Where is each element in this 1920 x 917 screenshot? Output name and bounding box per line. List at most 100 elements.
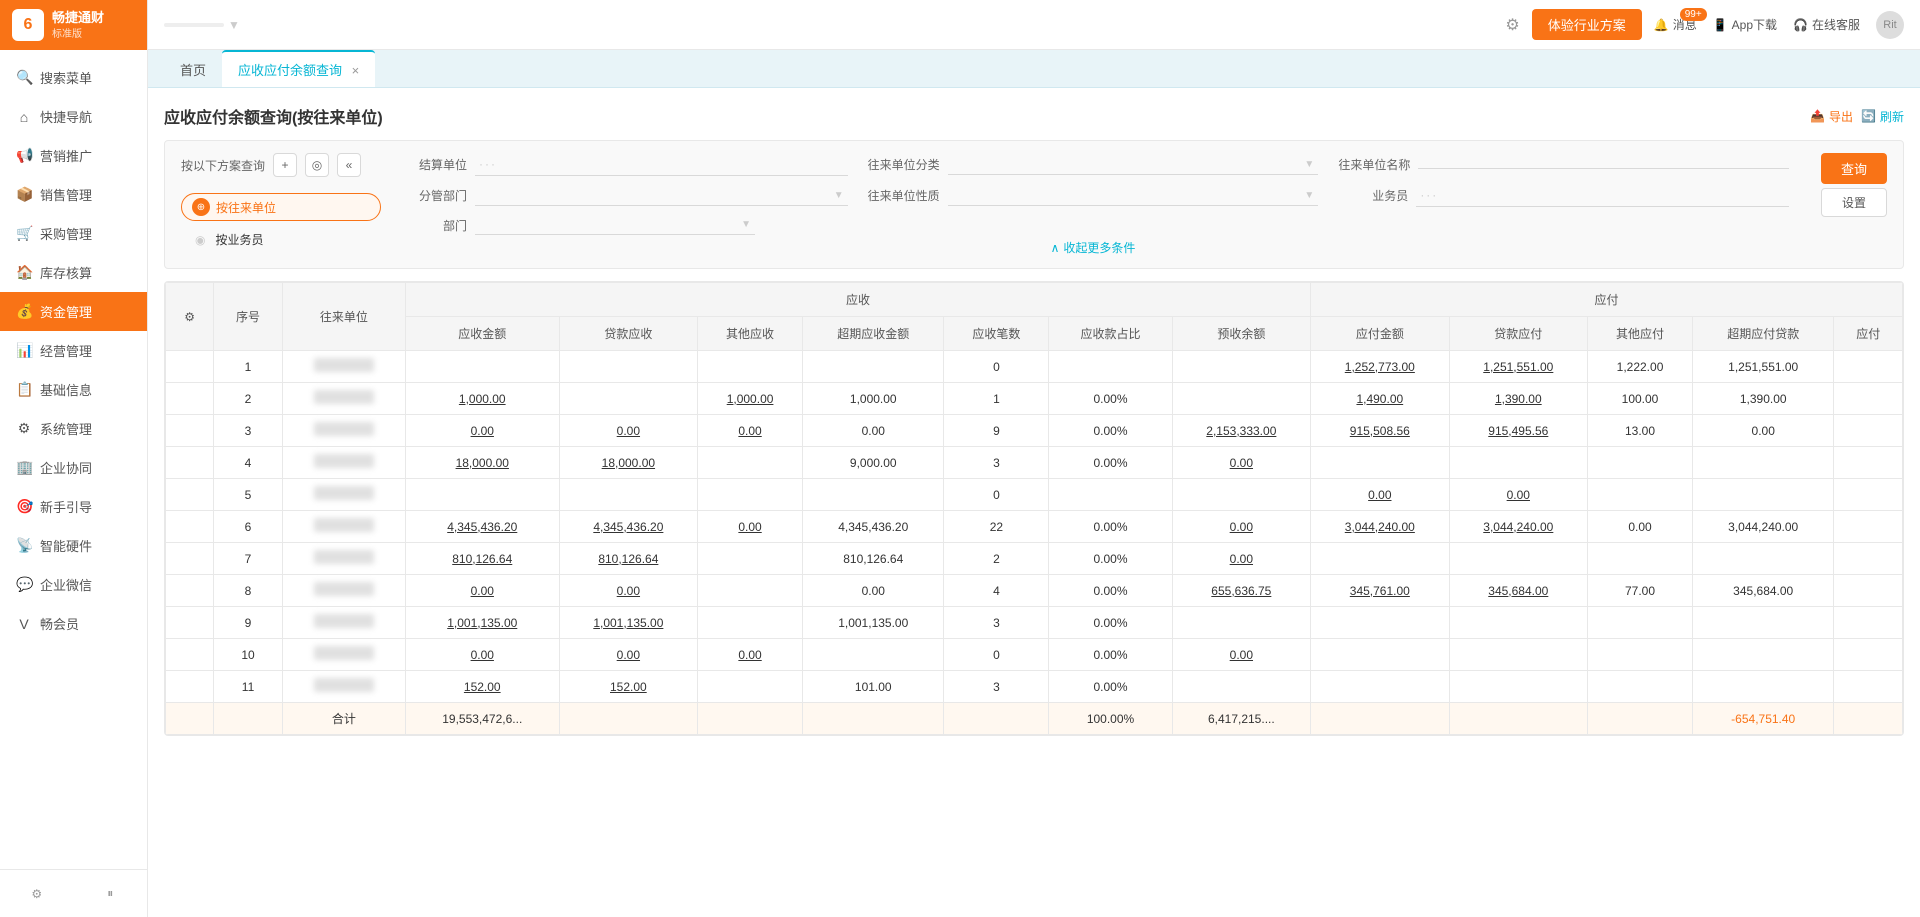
capital-icon: 💰 bbox=[16, 303, 32, 320]
th-ar-amount: 应收金额 bbox=[405, 317, 559, 351]
th-ar-other: 其他应收 bbox=[698, 317, 803, 351]
sidebar-item-system[interactable]: ⚙ 系统管理 bbox=[0, 409, 147, 448]
sidebar-item-capital[interactable]: 💰 资金管理 bbox=[0, 292, 147, 331]
customer-category-input[interactable]: ▼ bbox=[948, 155, 1319, 175]
collapse-icon: ∧ bbox=[1051, 241, 1060, 255]
breadcrumb: ▼ bbox=[164, 18, 1493, 32]
division-dept-label: 分管部门 bbox=[397, 187, 467, 204]
customer-type-field: 往来单位性质 ▼ bbox=[868, 184, 1319, 207]
sidebar-item-label: 基础信息 bbox=[40, 380, 92, 399]
sales-icon: 📦 bbox=[16, 186, 32, 203]
dropdown-icon: ▼ bbox=[741, 219, 751, 230]
user-avatar[interactable]: Rit bbox=[1876, 11, 1904, 39]
table-row: 30.000.000.000.0090.00%2,153,333.00915,5… bbox=[166, 415, 1903, 447]
industry-solution-button[interactable]: 体验行业方案 bbox=[1532, 9, 1642, 40]
query-button[interactable]: 查询 bbox=[1821, 153, 1887, 184]
footer-ar-total: 19,553,472,6... bbox=[405, 703, 559, 735]
sidebar-item-guide[interactable]: 🎯 新手引导 bbox=[0, 487, 147, 526]
sidebar-item-label: 快捷导航 bbox=[40, 107, 92, 126]
sidebar: 6 畅捷通财 标准版 🔍 搜索菜单 ⌂ 快捷导航 📢 营销推广 📦 销售管 bbox=[0, 0, 148, 917]
th-payable-group: 应付 bbox=[1311, 283, 1903, 317]
settlement-unit-input[interactable]: ··· bbox=[475, 153, 848, 176]
member-icon: V bbox=[16, 616, 32, 632]
th-ap-extra: 应付 bbox=[1834, 317, 1903, 351]
collapse-button[interactable]: ⏸ bbox=[74, 878, 148, 909]
table-settings-button[interactable]: 设置 bbox=[1821, 188, 1887, 217]
breadcrumb-text bbox=[164, 23, 224, 27]
th-ar-ratio: 应收款占比 bbox=[1049, 317, 1172, 351]
export-button[interactable]: 📤 导出 bbox=[1810, 108, 1853, 125]
scheme-by-unit[interactable]: ⊕ 按往来单位 bbox=[181, 193, 381, 221]
app-download-button[interactable]: 📱 App下载 bbox=[1713, 16, 1777, 33]
scheme-icon: ⊕ bbox=[192, 198, 210, 216]
salesperson-field: 业务员 ··· bbox=[1338, 184, 1789, 207]
customer-type-input[interactable]: ▼ bbox=[948, 186, 1319, 206]
table-row: 64,345,436.204,345,436.200.004,345,436.2… bbox=[166, 511, 1903, 543]
th-row-num: 序号 bbox=[214, 283, 282, 351]
sidebar-item-marketing[interactable]: 📢 营销推广 bbox=[0, 136, 147, 175]
notification-button[interactable]: 🔔 消息 99+ bbox=[1654, 16, 1697, 33]
scheme-label: 按业务员 bbox=[215, 231, 263, 248]
query-buttons: 查询 设置 bbox=[1821, 153, 1887, 217]
th-partner: 往来单位 bbox=[282, 283, 405, 351]
gear-icon[interactable]: ⚙ bbox=[1505, 15, 1519, 35]
scheme-by-staff[interactable]: ◉ 按业务员 bbox=[181, 227, 381, 252]
sidebar-item-wechat[interactable]: 💬 企业微信 bbox=[0, 565, 147, 604]
settings-button[interactable]: ⚙ bbox=[0, 878, 74, 909]
purchase-icon: 🛒 bbox=[16, 225, 32, 242]
notification-badge: 99+ bbox=[1680, 8, 1707, 21]
table-footer: 合计 19,553,472,6... 100.00% 6,417,215.... bbox=[166, 703, 1903, 735]
sidebar-menu: 🔍 搜索菜单 ⌂ 快捷导航 📢 营销推广 📦 销售管理 🛒 采购管理 🏠 bbox=[0, 50, 147, 869]
sidebar-item-basic[interactable]: 📋 基础信息 bbox=[0, 370, 147, 409]
dropdown-icon: ▼ bbox=[1304, 159, 1314, 170]
dept-label: 部门 bbox=[397, 217, 467, 234]
collapse-filters-button[interactable]: ∧ 收起更多条件 bbox=[397, 239, 1789, 256]
footer-prepay: 6,417,215.... bbox=[1172, 703, 1310, 735]
topbar: ▼ ⚙ 体验行业方案 🔔 消息 99+ 📱 App下载 🎧 在线客服 bbox=[148, 0, 1920, 50]
sidebar-item-label: 系统管理 bbox=[40, 419, 92, 438]
sidebar-item-purchase[interactable]: 🛒 采购管理 bbox=[0, 214, 147, 253]
division-dept-input[interactable]: ▼ bbox=[475, 186, 848, 206]
tab-close-icon[interactable]: × bbox=[352, 63, 360, 78]
sidebar-bottom: ⚙ ⏸ bbox=[0, 869, 147, 917]
customer-category-label: 往来单位分类 bbox=[868, 156, 940, 173]
settlement-unit-field: 结算单位 ··· bbox=[397, 153, 848, 176]
tab-home[interactable]: 首页 bbox=[164, 52, 222, 87]
main-content: ▼ ⚙ 体验行业方案 🔔 消息 99+ 📱 App下载 🎧 在线客服 bbox=[148, 0, 1920, 917]
filter-area: 按以下方案查询 + ◎ « ⊕ 按往来单位 bbox=[164, 140, 1904, 269]
sidebar-item-enterprise[interactable]: 🏢 企业协同 bbox=[0, 448, 147, 487]
filter-toolbar: 按以下方案查询 + ◎ « bbox=[181, 153, 381, 177]
scheme-settings-button[interactable]: ◎ bbox=[305, 153, 329, 177]
page: 应收应付余额查询(按往来单位) 📤 导出 🔄 刷新 bbox=[148, 88, 1920, 917]
collapse-scheme-button[interactable]: « bbox=[337, 153, 361, 177]
page-content: 应收应付余额查询(按往来单位) 📤 导出 🔄 刷新 bbox=[148, 88, 1920, 917]
tabs-bar: 首页 应收应付余额查询 × bbox=[148, 50, 1920, 88]
sidebar-item-search[interactable]: 🔍 搜索菜单 bbox=[0, 58, 147, 97]
sidebar-item-member[interactable]: V 畅会员 bbox=[0, 604, 147, 643]
breadcrumb-arrow: ▼ bbox=[228, 18, 240, 32]
online-service-button[interactable]: 🎧 在线客服 bbox=[1793, 16, 1860, 33]
sidebar-item-label: 资金管理 bbox=[40, 302, 92, 321]
th-ap-loan: 贷款应付 bbox=[1449, 317, 1587, 351]
add-scheme-button[interactable]: + bbox=[273, 153, 297, 177]
dept-input[interactable]: ▼ bbox=[475, 215, 755, 235]
filter-scheme-label: 按以下方案查询 bbox=[181, 157, 265, 174]
app-download-label: App下载 bbox=[1732, 16, 1777, 33]
sidebar-item-label: 企业微信 bbox=[40, 575, 92, 594]
sidebar-item-quick-nav[interactable]: ⌂ 快捷导航 bbox=[0, 97, 147, 136]
sidebar-item-label: 新手引导 bbox=[40, 497, 92, 516]
refresh-button[interactable]: 🔄 刷新 bbox=[1861, 108, 1904, 125]
salesperson-input[interactable]: ··· bbox=[1416, 184, 1789, 207]
customer-name-input[interactable] bbox=[1418, 160, 1789, 169]
sidebar-item-operations[interactable]: 📊 经营管理 bbox=[0, 331, 147, 370]
sidebar-item-hardware[interactable]: 📡 智能硬件 bbox=[0, 526, 147, 565]
th-ap-other: 其他应付 bbox=[1588, 317, 1693, 351]
collapse-label: 收起更多条件 bbox=[1063, 239, 1135, 256]
sidebar-item-inventory[interactable]: 🏠 库存核算 bbox=[0, 253, 147, 292]
scheme-label: 按往来单位 bbox=[216, 199, 276, 216]
table-settings-icon[interactable]: ⚙ bbox=[184, 310, 195, 324]
tab-query[interactable]: 应收应付余额查询 × bbox=[222, 50, 375, 87]
inventory-icon: 🏠 bbox=[16, 264, 32, 281]
sidebar-item-sales[interactable]: 📦 销售管理 bbox=[0, 175, 147, 214]
th-settings[interactable]: ⚙ bbox=[166, 283, 214, 351]
